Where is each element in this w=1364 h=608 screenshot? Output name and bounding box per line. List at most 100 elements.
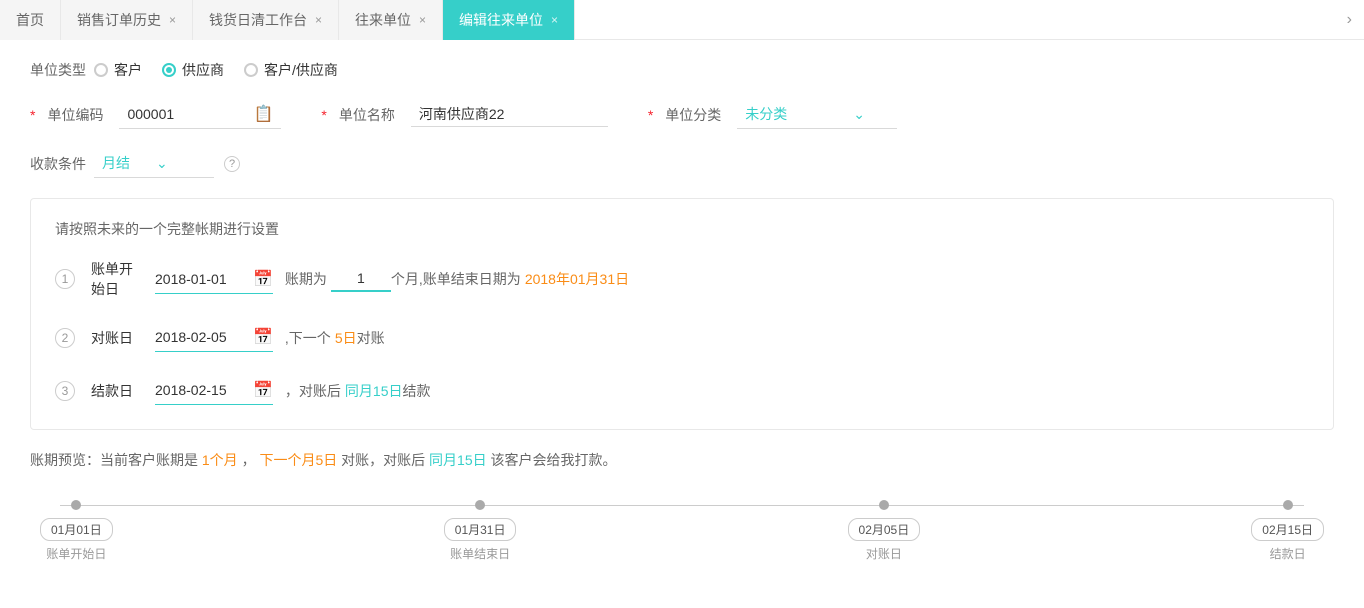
unit-name-input[interactable]	[411, 102, 608, 127]
payment-value: 月结	[102, 153, 130, 173]
radio-customer-label: 客户	[114, 60, 142, 80]
unit-code-group: * 单位编码 📋	[30, 100, 281, 129]
payment-arrow-icon: ⌄	[156, 155, 168, 172]
period-row3-prefix: ，对账后	[285, 381, 341, 401]
tl-dot-1	[71, 500, 81, 510]
unit-type-row: 单位类型 客户 供应商 客户/供应商	[30, 60, 1334, 80]
period-months-input[interactable]	[331, 266, 391, 292]
tab-sales-order-label: 销售订单历史	[77, 10, 161, 30]
payment-row: 收款条件 月结 ⌄ ?	[30, 149, 1334, 178]
unit-class-label: 单位分类	[665, 105, 721, 125]
tab-cash-work-label: 钱货日清工作台	[209, 10, 307, 30]
tl-label-4: 结款日	[1270, 545, 1306, 562]
radio-both-label: 客户/供应商	[264, 60, 338, 80]
period-date-3: 📅	[155, 376, 273, 405]
radio-customer[interactable]: 客户	[94, 60, 142, 80]
tab-partner[interactable]: 往来单位 ×	[339, 0, 443, 40]
period-calendar-2-icon[interactable]: 📅	[253, 327, 273, 347]
tab-sales-order-close[interactable]: ×	[169, 13, 176, 27]
tl-badge-2: 01月31日	[444, 518, 517, 541]
payment-help-icon[interactable]: ?	[224, 156, 240, 172]
unit-type-label: 单位类型	[30, 60, 86, 80]
period-label-1: 账单开始日	[91, 259, 139, 299]
period-text-period: 账期为	[285, 269, 327, 289]
period-date-1-input[interactable]	[155, 271, 245, 287]
tab-edit-partner[interactable]: 编辑往来单位 ×	[443, 0, 575, 40]
tab-home-label: 首页	[16, 10, 44, 30]
unit-class-value: 未分类	[745, 104, 787, 124]
unit-fields-row: * 单位编码 📋 * 单位名称 * 单位分类 未分类 ⌄	[30, 100, 1334, 129]
radio-supplier-label: 供应商	[182, 60, 224, 80]
period-row-3: 3 结款日 📅 ，对账后 同月15日 结款	[55, 376, 1309, 405]
tl-dot-2	[475, 500, 485, 510]
period-end-date: 2018年01月31日	[525, 269, 629, 289]
period-row2-highlight: 5日	[335, 328, 357, 348]
period-label-3: 结款日	[91, 381, 139, 401]
unit-name-group: * 单位名称	[321, 102, 607, 127]
period-date-2: 📅	[155, 323, 273, 352]
tab-cash-work-close[interactable]: ×	[315, 13, 322, 27]
tab-home[interactable]: 首页	[0, 0, 61, 40]
period-row2-suffix: 对账	[357, 328, 385, 348]
period-row3-suffix: 结款	[403, 381, 431, 401]
payment-label: 收款条件	[30, 154, 86, 174]
tl-dot-3	[879, 500, 889, 510]
tab-sales-order[interactable]: 销售订单历史 ×	[61, 0, 193, 40]
period-row2-prefix: ,下一个	[285, 328, 331, 348]
tabs-bar: 首页 销售订单历史 × 钱货日清工作台 × 往来单位 × 编辑往来单位 × ›	[0, 0, 1364, 40]
tab-cash-work[interactable]: 钱货日清工作台 ×	[193, 0, 339, 40]
timeline-section: 01月01日 账单开始日 01月31日 账单结束日 02月05日 对账日 02月…	[30, 490, 1334, 562]
tl-point-4: 02月15日 结款日	[1251, 500, 1324, 562]
tl-point-1: 01月01日 账单开始日	[40, 500, 113, 562]
tab-partner-close[interactable]: ×	[419, 13, 426, 27]
tl-point-3: 02月05日 对账日	[848, 500, 921, 562]
preview-section: 账期预览：当前客户账期是 1个月 ， 下一个月5日 对账，对账后 同月15日 该…	[30, 446, 1334, 470]
radio-both-circle	[244, 63, 258, 77]
unit-name-label: 单位名称	[339, 105, 395, 125]
payment-select[interactable]: 月结 ⌄	[94, 149, 214, 178]
period-row-1: 1 账单开始日 📅 账期为 个月,账单结束日期为 2018年01月31日	[55, 259, 1309, 299]
unit-code-input[interactable]	[127, 106, 247, 122]
radio-supplier[interactable]: 供应商	[162, 60, 224, 80]
tl-label-3: 对账日	[866, 545, 902, 562]
period-date-2-input[interactable]	[155, 329, 245, 345]
tl-badge-1: 01月01日	[40, 518, 113, 541]
unit-class-required: *	[648, 107, 653, 123]
radio-customer-circle	[94, 63, 108, 77]
period-row3-highlight: 同月15日	[345, 381, 403, 401]
timeline-points: 01月01日 账单开始日 01月31日 账单结束日 02月05日 对账日 02月…	[40, 500, 1324, 562]
tl-badge-4: 02月15日	[1251, 518, 1324, 541]
preview-mid2: 对账，对账后	[341, 452, 425, 468]
tl-point-2: 01月31日 账单结束日	[444, 500, 517, 562]
period-calendar-3-icon[interactable]: 📅	[253, 380, 273, 400]
tab-edit-partner-label: 编辑往来单位	[459, 10, 543, 30]
period-date-1: 📅	[155, 265, 273, 294]
period-num-1: 1	[55, 269, 75, 289]
period-months-suffix: 个月,账单结束日期为	[391, 269, 521, 289]
unit-code-label: 单位编码	[47, 105, 103, 125]
period-label-2: 对账日	[91, 328, 139, 348]
tl-badge-3: 02月05日	[848, 518, 921, 541]
period-row-2: 2 对账日 📅 ,下一个 5日 对账	[55, 323, 1309, 352]
timeline-container: 01月01日 账单开始日 01月31日 账单结束日 02月05日 对账日 02月…	[30, 500, 1334, 562]
period-num-2: 2	[55, 328, 75, 348]
period-num-3: 3	[55, 381, 75, 401]
tab-edit-partner-close[interactable]: ×	[551, 13, 558, 27]
tl-dot-4	[1283, 500, 1293, 510]
period-title: 请按照未来的一个完整帐期进行设置	[55, 219, 1309, 239]
preview-part3: 同月15日	[429, 452, 487, 468]
tab-expand-button[interactable]: ›	[1335, 0, 1364, 40]
radio-both[interactable]: 客户/供应商	[244, 60, 338, 80]
unit-class-arrow-icon: ⌄	[853, 106, 865, 123]
radio-supplier-circle	[162, 63, 176, 77]
unit-type-radio-group: 客户 供应商 客户/供应商	[94, 60, 338, 80]
period-calendar-1-icon[interactable]: 📅	[253, 269, 273, 289]
unit-class-select[interactable]: 未分类 ⌄	[737, 100, 897, 129]
preview-end: 该客户会给我打款。	[491, 452, 617, 468]
period-date-3-input[interactable]	[155, 382, 245, 398]
unit-code-icon[interactable]: 📋	[253, 104, 273, 124]
unit-name-required: *	[321, 107, 326, 123]
unit-code-required: *	[30, 107, 35, 123]
preview-label: 账期预览：当前客户账期是	[30, 452, 198, 468]
preview-part1: 1个月	[202, 452, 238, 468]
